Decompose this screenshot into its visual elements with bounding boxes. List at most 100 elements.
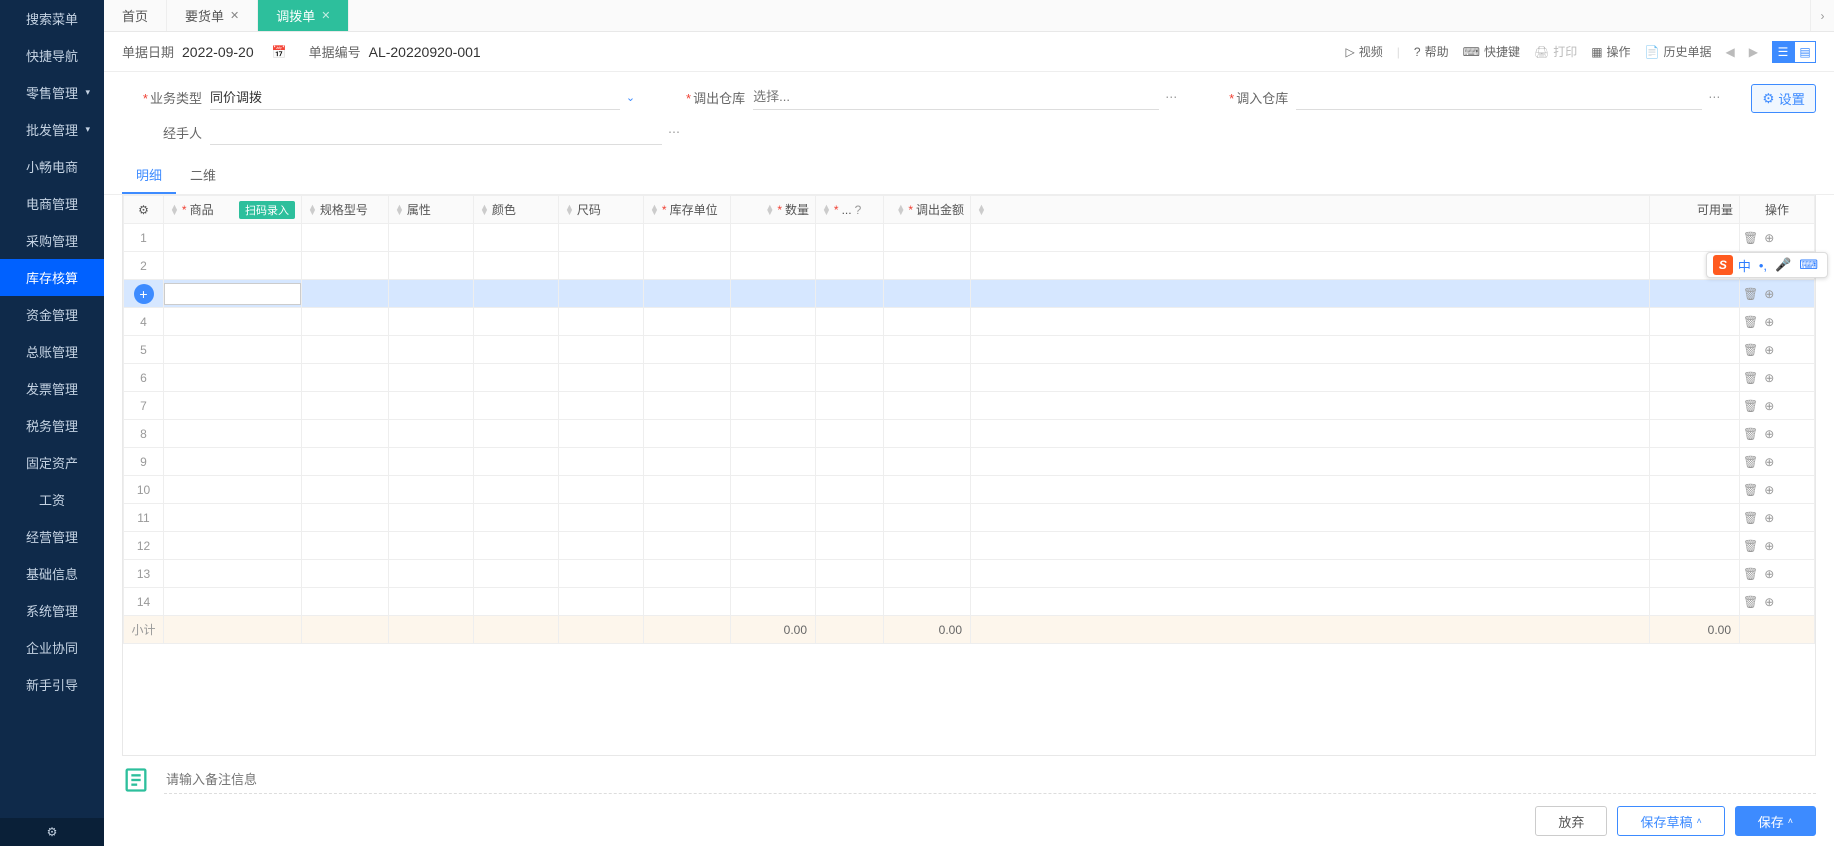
insert-row-icon[interactable]: ⊕ xyxy=(1764,483,1774,497)
print-action[interactable]: 🖨打印 xyxy=(1534,43,1577,60)
insert-row-icon[interactable]: ⊕ xyxy=(1764,427,1774,441)
out-wh-input[interactable] xyxy=(753,84,1159,110)
delete-row-icon[interactable]: 🗑 xyxy=(1743,455,1758,469)
shortcut-action[interactable]: ⌨快捷键 xyxy=(1463,43,1520,60)
calendar-icon[interactable]: 📅 xyxy=(272,45,287,59)
page-tab[interactable]: 要货单✕ xyxy=(167,0,258,31)
sidebar-item[interactable]: 企业协同 xyxy=(0,629,104,666)
insert-row-icon[interactable]: ⊕ xyxy=(1764,567,1774,581)
view-card-button[interactable]: ▤ xyxy=(1794,41,1816,63)
sidebar-item[interactable]: 系统管理 xyxy=(0,592,104,629)
add-row-button[interactable]: + xyxy=(134,284,154,304)
table-row[interactable]: 11🗑⊕ xyxy=(124,504,1815,532)
doc-date-value[interactable]: 2022-09-20 xyxy=(182,44,254,60)
delete-row-icon[interactable]: 🗑 xyxy=(1743,399,1758,413)
insert-row-icon[interactable]: ⊕ xyxy=(1764,371,1774,385)
insert-row-icon[interactable]: ⊕ xyxy=(1764,287,1774,301)
th-attr[interactable]: ▲▼属性 xyxy=(389,196,474,224)
th-size[interactable]: ▲▼尺码 xyxy=(559,196,644,224)
delete-row-icon[interactable]: 🗑 xyxy=(1743,511,1758,525)
th-unit[interactable]: ▲▼*库存单位 xyxy=(644,196,731,224)
remark-input[interactable] xyxy=(164,766,1816,794)
save-draft-button[interactable]: 保存草稿˄ xyxy=(1617,806,1724,836)
insert-row-icon[interactable]: ⊕ xyxy=(1764,315,1774,329)
delete-row-icon[interactable]: 🗑 xyxy=(1743,483,1758,497)
table-row[interactable]: 13🗑⊕ xyxy=(124,560,1815,588)
ime-toolbar[interactable]: S 中 •, 🎤 ⌨ xyxy=(1706,252,1828,278)
sidebar-item[interactable]: 工资 xyxy=(0,481,104,518)
next-doc-icon[interactable]: ▶ xyxy=(1749,45,1758,59)
history-action[interactable]: 📄历史单据 xyxy=(1645,43,1712,60)
table-row[interactable]: 9🗑⊕ xyxy=(124,448,1815,476)
delete-row-icon[interactable]: 🗑 xyxy=(1743,343,1758,357)
tabs-overflow-button[interactable]: › xyxy=(1810,0,1834,31)
settings-button[interactable]: ⚙设置 xyxy=(1751,84,1816,113)
ime-keyboard-icon[interactable]: ⌨ xyxy=(1796,257,1821,273)
delete-row-icon[interactable]: 🗑 xyxy=(1743,315,1758,329)
delete-row-icon[interactable]: 🗑 xyxy=(1743,427,1758,441)
sidebar-item[interactable]: 搜索菜单 xyxy=(0,0,104,37)
table-row[interactable]: 7🗑⊕ xyxy=(124,392,1815,420)
sidebar-item[interactable]: 采购管理 xyxy=(0,222,104,259)
table-row[interactable]: 8🗑⊕ xyxy=(124,420,1815,448)
more-icon[interactable]: ⋯ xyxy=(1165,90,1178,104)
delete-row-icon[interactable]: 🗑 xyxy=(1743,287,1758,301)
insert-row-icon[interactable]: ⊕ xyxy=(1764,399,1774,413)
sidebar-item[interactable]: 资金管理 xyxy=(0,296,104,333)
sidebar-item[interactable]: 总账管理 xyxy=(0,333,104,370)
discard-button[interactable]: 放弃 xyxy=(1535,806,1607,836)
th-qty[interactable]: ▲▼*数量 xyxy=(731,196,816,224)
more-icon[interactable]: ⋯ xyxy=(668,125,681,139)
ime-punct-icon[interactable]: •, xyxy=(1756,258,1770,273)
table-row[interactable]: 10🗑⊕ xyxy=(124,476,1815,504)
handler-input[interactable] xyxy=(210,119,662,145)
sidebar-item[interactable]: 快捷导航 xyxy=(0,37,104,74)
th-amount[interactable]: ▲▼*调出金额 xyxy=(884,196,971,224)
insert-row-icon[interactable]: ⊕ xyxy=(1764,539,1774,553)
th-spec[interactable]: ▲▼规格型号 xyxy=(302,196,389,224)
table-row[interactable]: 6🗑⊕ xyxy=(124,364,1815,392)
more-icon[interactable]: ⋯ xyxy=(1708,90,1721,104)
delete-row-icon[interactable]: 🗑 xyxy=(1743,231,1758,245)
sidebar-item[interactable]: 库存核算 xyxy=(0,259,104,296)
tab-2d[interactable]: 二维 xyxy=(176,157,230,194)
insert-row-icon[interactable]: ⊕ xyxy=(1764,595,1774,609)
sidebar-item[interactable]: 发票管理 xyxy=(0,370,104,407)
table-row[interactable]: 4🗑⊕ xyxy=(124,308,1815,336)
prev-doc-icon[interactable]: ◀ xyxy=(1726,45,1735,59)
ime-lang[interactable]: 中 xyxy=(1735,256,1754,275)
in-wh-input[interactable] xyxy=(1296,84,1702,110)
sidebar-item[interactable]: 新手引导 xyxy=(0,666,104,703)
video-action[interactable]: ▷视频 xyxy=(1346,43,1383,60)
page-tab[interactable]: 调拨单✕ xyxy=(258,0,349,31)
sidebar-item[interactable]: 基础信息 xyxy=(0,555,104,592)
sidebar-item[interactable]: 零售管理▾ xyxy=(0,74,104,111)
sidebar-item[interactable]: 批发管理▾ xyxy=(0,111,104,148)
help-action[interactable]: ?帮助 xyxy=(1414,43,1449,60)
sidebar-item[interactable]: 电商管理 xyxy=(0,185,104,222)
sidebar-item[interactable]: 小畅电商 xyxy=(0,148,104,185)
insert-row-icon[interactable]: ⊕ xyxy=(1764,511,1774,525)
insert-row-icon[interactable]: ⊕ xyxy=(1764,455,1774,469)
close-icon[interactable]: ✕ xyxy=(321,9,330,22)
tab-detail[interactable]: 明细 xyxy=(122,157,176,194)
sidebar-item[interactable]: 税务管理 xyxy=(0,407,104,444)
ime-mic-icon[interactable]: 🎤 xyxy=(1772,257,1794,273)
sidebar-settings-button[interactable]: ⚙ xyxy=(0,818,104,846)
delete-row-icon[interactable]: 🗑 xyxy=(1743,567,1758,581)
th-product[interactable]: ▲▼*商品扫码录入 xyxy=(164,196,302,224)
table-row[interactable]: 12🗑⊕ xyxy=(124,532,1815,560)
table-row[interactable]: 14🗑⊕ xyxy=(124,588,1815,616)
table-row[interactable]: 1🗑⊕ xyxy=(124,224,1815,252)
delete-row-icon[interactable]: 🗑 xyxy=(1743,539,1758,553)
save-button[interactable]: 保存˄ xyxy=(1735,806,1816,836)
table-row[interactable]: 5🗑⊕ xyxy=(124,336,1815,364)
help-icon[interactable]: ? xyxy=(855,203,862,217)
product-cell-input[interactable] xyxy=(164,283,301,305)
sidebar-item[interactable]: 固定资产 xyxy=(0,444,104,481)
insert-row-icon[interactable]: ⊕ xyxy=(1764,231,1774,245)
view-list-button[interactable]: ☰ xyxy=(1772,41,1794,63)
close-icon[interactable]: ✕ xyxy=(230,9,239,22)
chevron-down-icon[interactable]: ⌄ xyxy=(626,91,635,104)
th-gear[interactable]: ⚙ xyxy=(124,196,164,224)
